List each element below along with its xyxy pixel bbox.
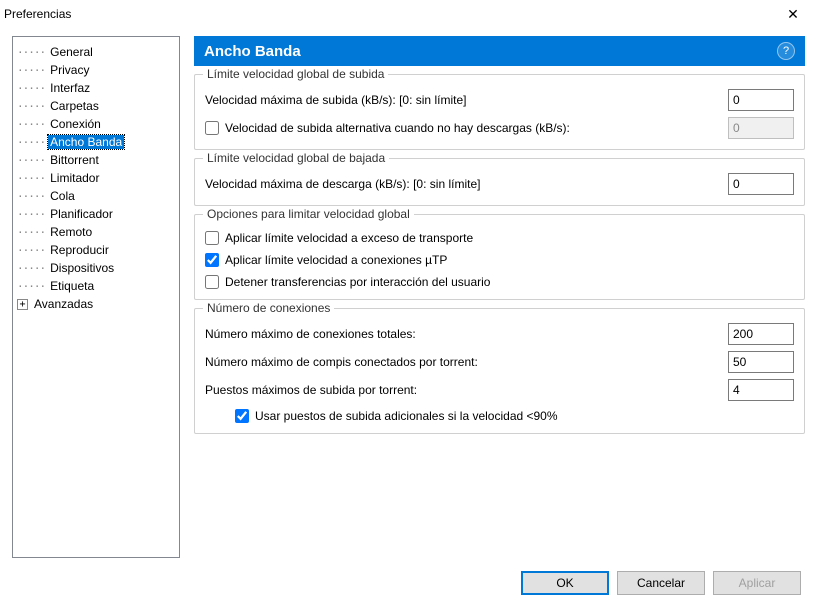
utp-limit-label: Aplicar límite velocidad a conexiones µT… — [225, 253, 447, 267]
download-limit-group: Límite velocidad global de bajada Veloci… — [194, 158, 805, 206]
panel-header: Ancho Banda ? — [194, 36, 805, 66]
max-peers-input[interactable] — [728, 351, 794, 373]
group-legend: Límite velocidad global de subida — [203, 67, 388, 81]
tree-branch-icon: ····· — [17, 172, 45, 185]
sidebar-item-interfaz[interactable]: ·····Interfaz — [15, 79, 177, 97]
sidebar-item-avanzadas[interactable]: + Avanzadas — [15, 295, 177, 313]
sidebar-item-privacy[interactable]: ·····Privacy — [15, 61, 177, 79]
sidebar-item-cola[interactable]: ·····Cola — [15, 187, 177, 205]
sidebar-item-label: Cola — [48, 189, 77, 203]
sidebar-item-carpetas[interactable]: ·····Carpetas — [15, 97, 177, 115]
sidebar-item-label: Carpetas — [48, 99, 101, 113]
cancel-button[interactable]: Cancelar — [617, 571, 705, 595]
sidebar-item-label: Ancho Banda — [48, 135, 124, 149]
connections-group: Número de conexiones Número máximo de co… — [194, 308, 805, 434]
group-legend: Opciones para limitar velocidad global — [203, 207, 414, 221]
global-options-group: Opciones para limitar velocidad global A… — [194, 214, 805, 300]
sidebar-item-label: General — [48, 45, 95, 59]
alt-upload-checkbox[interactable] — [205, 121, 219, 135]
sidebar-item-label: Conexión — [48, 117, 103, 131]
sidebar-item-conexion[interactable]: ·····Conexión — [15, 115, 177, 133]
sidebar-item-label: Privacy — [48, 63, 91, 77]
extra-slots-label: Usar puestos de subida adicionales si la… — [255, 409, 558, 423]
max-download-label: Velocidad máxima de descarga (kB/s): [0:… — [205, 177, 720, 191]
help-icon[interactable]: ? — [777, 42, 795, 60]
sidebar-item-label: Etiqueta — [48, 279, 96, 293]
sidebar-item-reproducir[interactable]: ·····Reproducir — [15, 241, 177, 259]
tree-branch-icon: ····· — [17, 262, 45, 275]
tree-branch-icon: ····· — [17, 208, 45, 221]
main-panel: Ancho Banda ? Límite velocidad global de… — [194, 36, 805, 558]
alt-upload-input — [728, 117, 794, 139]
window-title: Preferencias — [4, 7, 773, 21]
sidebar-item-general[interactable]: ·····General — [15, 43, 177, 61]
tree-branch-icon: ····· — [17, 244, 45, 257]
alt-upload-label: Velocidad de subida alternativa cuando n… — [225, 121, 570, 135]
sidebar-item-label: Bittorrent — [48, 153, 101, 167]
tree-branch-icon: ····· — [17, 136, 45, 149]
close-button[interactable]: ✕ — [773, 0, 813, 28]
user-interaction-label: Detener transferencias por interacción d… — [225, 275, 490, 289]
titlebar: Preferencias ✕ — [0, 0, 817, 28]
tree-branch-icon: ····· — [17, 64, 45, 77]
apply-button: Aplicar — [713, 571, 801, 595]
sidebar-tree[interactable]: ·····General ·····Privacy ·····Interfaz … — [12, 36, 180, 558]
sidebar-item-limitador[interactable]: ·····Limitador — [15, 169, 177, 187]
sidebar-item-label: Interfaz — [48, 81, 92, 95]
max-connections-label: Número máximo de conexiones totales: — [205, 327, 720, 341]
tree-branch-icon: ····· — [17, 46, 45, 59]
max-connections-input[interactable] — [728, 323, 794, 345]
sidebar-item-label: Planificador — [48, 207, 115, 221]
tree-branch-icon: ····· — [17, 118, 45, 131]
sidebar-item-bittorrent[interactable]: ·····Bittorrent — [15, 151, 177, 169]
tree-branch-icon: ····· — [17, 280, 45, 293]
tree-branch-icon: ····· — [17, 226, 45, 239]
extra-slots-checkbox[interactable] — [235, 409, 249, 423]
button-bar: OK Cancelar Aplicar — [0, 558, 817, 608]
upload-limit-group: Límite velocidad global de subida Veloci… — [194, 74, 805, 150]
tree-branch-icon: ····· — [17, 154, 45, 167]
sidebar-item-etiqueta[interactable]: ·····Etiqueta — [15, 277, 177, 295]
upload-slots-input[interactable] — [728, 379, 794, 401]
max-download-input[interactable] — [728, 173, 794, 195]
sidebar-item-label: Reproducir — [48, 243, 111, 257]
tree-branch-icon: ····· — [17, 82, 45, 95]
utp-limit-checkbox[interactable] — [205, 253, 219, 267]
panel-title: Ancho Banda — [204, 43, 301, 60]
max-upload-input[interactable] — [728, 89, 794, 111]
tree-branch-icon: ····· — [17, 100, 45, 113]
group-legend: Límite velocidad global de bajada — [203, 151, 389, 165]
sidebar-item-planificador[interactable]: ·····Planificador — [15, 205, 177, 223]
user-interaction-checkbox[interactable] — [205, 275, 219, 289]
transport-overhead-label: Aplicar límite velocidad a exceso de tra… — [225, 231, 473, 245]
sidebar-item-remoto[interactable]: ·····Remoto — [15, 223, 177, 241]
max-upload-label: Velocidad máxima de subida (kB/s): [0: s… — [205, 93, 720, 107]
sidebar-item-label: Dispositivos — [48, 261, 116, 275]
upload-slots-label: Puestos máximos de subida por torrent: — [205, 383, 720, 397]
sidebar-item-ancho-banda[interactable]: ·····Ancho Banda — [15, 133, 177, 151]
sidebar-item-label: Remoto — [48, 225, 94, 239]
ok-button[interactable]: OK — [521, 571, 609, 595]
close-icon: ✕ — [787, 6, 799, 23]
group-legend: Número de conexiones — [203, 301, 334, 315]
sidebar-item-dispositivos[interactable]: ·····Dispositivos — [15, 259, 177, 277]
tree-expand-icon[interactable]: + — [17, 299, 28, 310]
max-peers-label: Número máximo de compis conectados por t… — [205, 355, 720, 369]
sidebar-item-label: Avanzadas — [32, 297, 95, 311]
content-area: ·····General ·····Privacy ·····Interfaz … — [0, 28, 817, 558]
transport-overhead-checkbox[interactable] — [205, 231, 219, 245]
sidebar-item-label: Limitador — [48, 171, 101, 185]
tree-branch-icon: ····· — [17, 190, 45, 203]
